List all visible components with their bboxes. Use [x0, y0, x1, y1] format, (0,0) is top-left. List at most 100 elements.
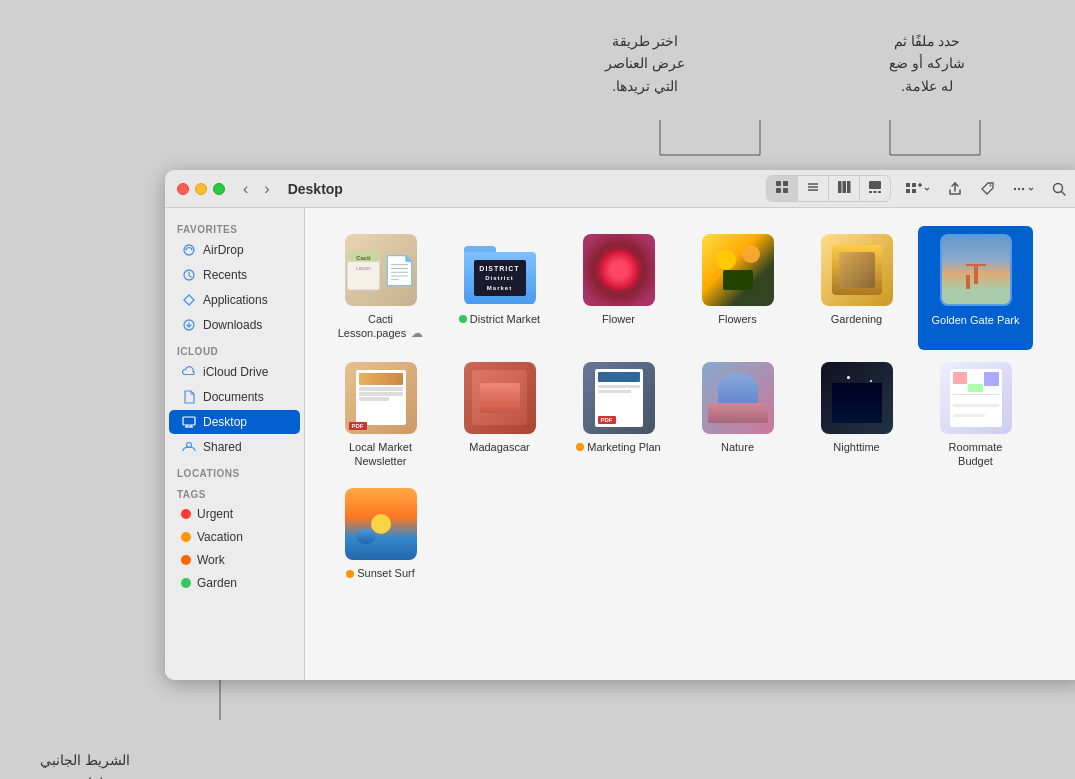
- district-market-name: District Market: [459, 312, 540, 326]
- nav-buttons: ‹ ›: [237, 178, 276, 200]
- file-district-market[interactable]: DISTRICTDistrict Market District Market: [442, 226, 557, 350]
- finder-window: ‹ › Desktop: [165, 170, 1075, 680]
- airdrop-icon: [181, 242, 197, 258]
- sidebar-item-recents[interactable]: Recents: [169, 263, 300, 287]
- file-flowers[interactable]: Flowers: [680, 226, 795, 350]
- documents-label: Documents: [203, 390, 264, 404]
- share-button[interactable]: [941, 177, 969, 201]
- group-button[interactable]: [899, 178, 937, 200]
- svg-rect-18: [869, 181, 881, 189]
- recents-icon: [181, 267, 197, 283]
- airdrop-label: AirDrop: [203, 243, 244, 257]
- desktop-icon: [181, 414, 197, 430]
- locations-label: Locations: [165, 460, 304, 481]
- search-button[interactable]: [1045, 177, 1073, 201]
- cloud-icon: ☁: [411, 326, 423, 340]
- sidebar-item-desktop[interactable]: Desktop: [169, 410, 300, 434]
- file-madagascar[interactable]: Madagascar: [442, 354, 557, 477]
- svg-point-28: [990, 184, 992, 186]
- sidebar-item-applications[interactable]: Applications: [169, 288, 300, 312]
- window-title: Desktop: [288, 181, 343, 197]
- documents-icon: [181, 389, 197, 405]
- sidebar-tag-garden[interactable]: Garden: [169, 572, 300, 594]
- file-roommate-budget[interactable]: RoommateBudget: [918, 354, 1033, 477]
- golden-gate-thumbnail: [940, 234, 1012, 306]
- madagascar-thumbnail: [464, 362, 536, 434]
- district-dot: [459, 315, 467, 323]
- work-label: Work: [197, 553, 225, 567]
- file-marketing-plan[interactable]: PDF Marketing Plan: [561, 354, 676, 477]
- icloud-drive-label: iCloud Drive: [203, 365, 268, 379]
- shared-label: Shared: [203, 440, 242, 454]
- close-button[interactable]: [177, 183, 189, 195]
- district-market-thumbnail: DISTRICTDistrict Market: [464, 234, 536, 306]
- file-nighttime[interactable]: Nighttime: [799, 354, 914, 477]
- recents-label: Recents: [203, 268, 247, 282]
- gardening-thumbnail: [821, 234, 893, 306]
- cacti-thumbnail: Cacti Lesson: [345, 234, 417, 306]
- sidebar-item-shared[interactable]: Shared: [169, 435, 300, 459]
- svg-rect-10: [776, 188, 781, 193]
- svg-rect-21: [878, 191, 881, 193]
- file-local-market-newsletter[interactable]: PDF Local MarketNewsletter: [323, 354, 438, 477]
- svg-line-33: [1062, 191, 1066, 195]
- annotation-top-right: حدد ملفًا ثم شاركه أو ضع له علامة.: [889, 30, 965, 97]
- file-sunset-surf[interactable]: Sunset Surf: [323, 480, 438, 588]
- file-golden-gate-park[interactable]: Golden Gate Park: [918, 226, 1033, 350]
- view-icons-button[interactable]: [767, 176, 798, 201]
- view-list-button[interactable]: [798, 176, 829, 201]
- minimize-button[interactable]: [195, 183, 207, 195]
- sunset-surf-name: Sunset Surf: [346, 566, 414, 580]
- urgent-dot: [181, 509, 191, 519]
- svg-point-29: [1014, 187, 1016, 189]
- svg-text:Cacti: Cacti: [356, 255, 371, 261]
- back-button[interactable]: ‹: [237, 178, 254, 200]
- file-nature[interactable]: Nature: [680, 354, 795, 477]
- garden-label: Garden: [197, 576, 237, 590]
- svg-point-30: [1018, 187, 1020, 189]
- marketing-dot: [576, 443, 584, 451]
- more-button[interactable]: [1005, 177, 1041, 201]
- view-buttons: [766, 175, 891, 202]
- sidebar-item-documents[interactable]: Documents: [169, 385, 300, 409]
- svg-rect-9: [783, 181, 788, 186]
- svg-rect-25: [912, 189, 916, 193]
- tags-label: Tags: [165, 481, 304, 502]
- view-columns-button[interactable]: [829, 176, 860, 201]
- sidebar-item-downloads[interactable]: Downloads: [169, 313, 300, 337]
- marketing-plan-name: Marketing Plan: [576, 440, 660, 454]
- sidebar-tag-vacation[interactable]: Vacation: [169, 526, 300, 548]
- file-flower[interactable]: Flower: [561, 226, 676, 350]
- applications-label: Applications: [203, 293, 268, 307]
- nature-thumbnail: [702, 362, 774, 434]
- sidebar-tag-work[interactable]: Work: [169, 549, 300, 571]
- annotation-top-center: اختر طريقة عرض العناصر التي تريدها.: [605, 30, 685, 97]
- madagascar-name: Madagascar: [469, 440, 530, 454]
- sidebar-item-airdrop[interactable]: AirDrop: [169, 238, 300, 262]
- golden-gate-park-name: Golden Gate Park: [927, 312, 1023, 328]
- sunset-surf-thumbnail: [345, 488, 417, 560]
- urgent-label: Urgent: [197, 507, 233, 521]
- tag-button[interactable]: [973, 177, 1001, 201]
- file-cacti-lesson[interactable]: Cacti Lesson CactiLesson.pages ☁: [323, 226, 438, 350]
- cacti-lesson-name: CactiLesson.pages ☁: [338, 312, 424, 342]
- svg-text:Lesson: Lesson: [356, 266, 371, 271]
- favorites-label: Favorites: [165, 216, 304, 237]
- file-grid: Cacti Lesson CactiLesson.pages ☁: [305, 208, 1075, 680]
- garden-dot: [181, 578, 191, 588]
- sidebar-item-icloud-drive[interactable]: iCloud Drive: [169, 360, 300, 384]
- flowers-name: Flowers: [718, 312, 757, 326]
- svg-rect-17: [847, 181, 851, 193]
- roommate-budget-thumbnail: [940, 362, 1012, 434]
- sidebar-tag-urgent[interactable]: Urgent: [169, 503, 300, 525]
- shared-icon: [181, 439, 197, 455]
- zoom-button[interactable]: [213, 183, 225, 195]
- local-market-newsletter-name: Local MarketNewsletter: [349, 440, 412, 469]
- svg-rect-23: [906, 189, 910, 193]
- applications-icon: [181, 292, 197, 308]
- view-gallery-button[interactable]: [860, 176, 890, 201]
- file-gardening[interactable]: Gardening: [799, 226, 914, 350]
- forward-button[interactable]: ›: [258, 178, 275, 200]
- local-market-thumbnail: PDF: [345, 362, 417, 434]
- svg-rect-19: [869, 191, 872, 193]
